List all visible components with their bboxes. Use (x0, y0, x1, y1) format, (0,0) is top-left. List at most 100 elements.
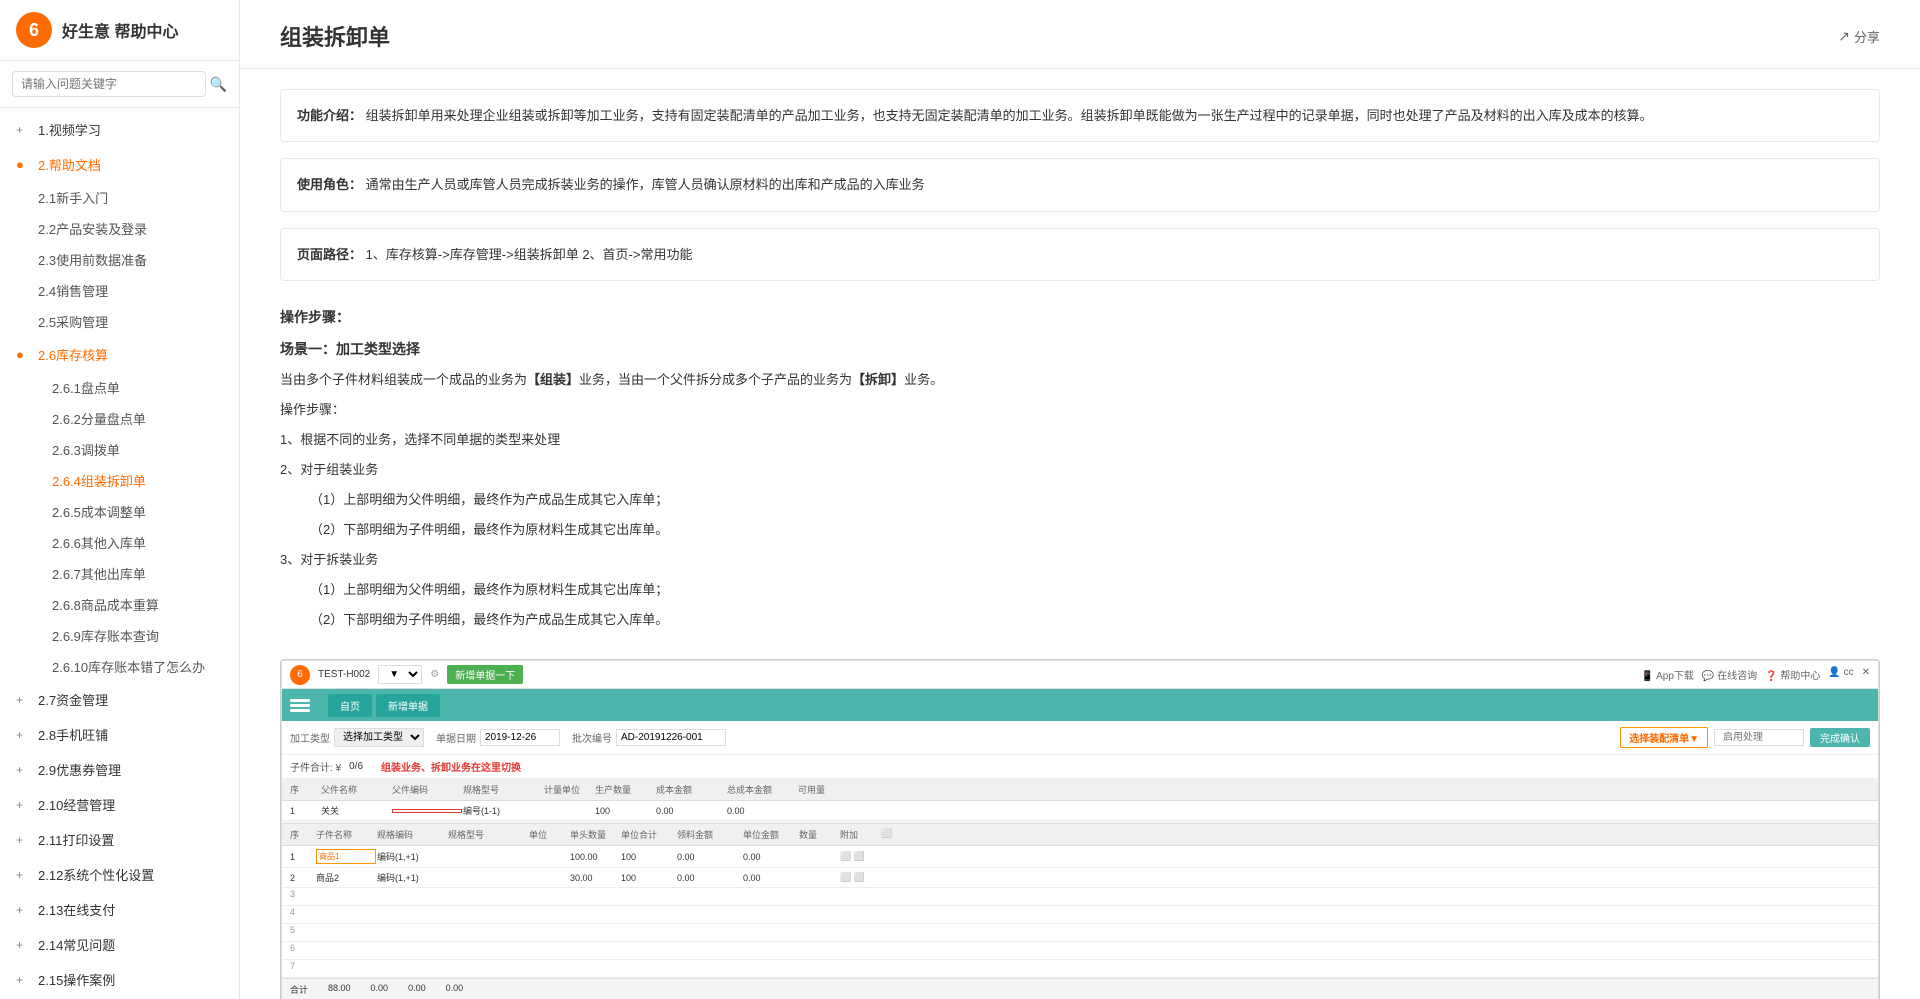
mock-top-right: 📱 App下载 💬 在线咨询 ❓ 帮助中心 👤 cc ✕ (1641, 667, 1870, 682)
steps-section: 操作步骤： 场景一：加工类型选择 当由多个子件材料组装成一个成品的业务为【组装】… (280, 297, 1880, 647)
sub-col-qty2: 单位合计 (621, 828, 676, 841)
cell-spec: 编号(1-1) (463, 804, 543, 817)
sidebar-item-2.7[interactable]: + 2.7资金管理 (0, 682, 239, 717)
mock-date-input[interactable] (480, 729, 560, 746)
mock-sub-header: 序 子件名称 规格编码 规格型号 单位 单头数量 单位合计 领料金额 单位金额 … (282, 823, 1878, 846)
sidebar-item-2.13[interactable]: + 2.13在线支付 (0, 892, 239, 927)
share-button[interactable]: ↗ 分享 (1838, 27, 1880, 46)
sidebar-item-2.9[interactable]: + 2.9优惠券管理 (0, 752, 239, 787)
sidebar-item-2.6.2[interactable]: 2.6.2分量盘点单 (0, 403, 239, 434)
col-parent-name: 父件名称 (321, 783, 391, 796)
sidebar-item-2.6.8[interactable]: 2.6.8商品成本重算 (0, 589, 239, 620)
expand-icon-2.15: + (16, 973, 30, 987)
col-prod-qty: 生产数量 (595, 783, 655, 796)
sidebar-item-2.12[interactable]: + 2.12系统个性化设置 (0, 857, 239, 892)
sidebar-item-2.6[interactable]: ● 2.6库存核算 (0, 337, 239, 372)
search-input[interactable] (12, 71, 206, 97)
step3-sub2: （2）下部明细为子件明细，最终作为产成品生成其它入库单。 (310, 607, 1880, 633)
cell-total: 0.00 (727, 806, 797, 816)
sidebar-item-2.10-label: 2.10经营管理 (38, 795, 115, 814)
expand-icon-2.10: + (16, 798, 30, 812)
mock-enable-input[interactable] (1714, 729, 1804, 746)
footer-val1: 88.00 (328, 983, 351, 996)
mock-select[interactable]: ▼ (378, 665, 422, 684)
sidebar-item-2.8-label: 2.8手机旺铺 (38, 725, 108, 744)
mock-empty-row-7: 7 (282, 960, 1878, 978)
mock-right-actions: 选择装配清单▼ 完成确认 (1620, 727, 1870, 748)
mock-empty-row-5: 5 (282, 924, 1878, 942)
mock-confirm-btn[interactable]: 完成确认 (1810, 728, 1870, 747)
mock-app-download: 📱 App下载 (1641, 667, 1693, 682)
sidebar-item-2.10[interactable]: + 2.10经营管理 (0, 787, 239, 822)
intro-label: 功能介绍： (297, 108, 362, 123)
mock-type-label: 加工类型 (290, 730, 330, 745)
sidebar-item-2.11-label: 2.11打印设置 (38, 830, 114, 849)
sidebar-item-2.14[interactable]: + 2.14常见问题 (0, 927, 239, 962)
mock-type-field: 加工类型 选择加工类型 (290, 728, 424, 747)
mock-upper-row-1: 1 关关 编号(1-1) 100 0.00 0.00 (282, 801, 1878, 821)
sidebar-item-2.5[interactable]: 2.5采购管理 (0, 306, 239, 337)
sidebar-item-2.1[interactable]: 2.1新手入门 (0, 182, 239, 213)
mock-status-row: 子件合计: ¥ 0/6 组装业务、拆卸业务在这里切换 (282, 755, 1878, 779)
sidebar-item-2.7-label: 2.7资金管理 (38, 690, 108, 709)
col-total-cost: 总成本金额 (727, 783, 797, 796)
col-action (859, 783, 889, 796)
sub-ucost-1: 0.00 (743, 852, 798, 862)
sidebar-item-2.6.9[interactable]: 2.6.9库存账本查询 (0, 620, 239, 651)
empty-row-5-seq: 5 (282, 925, 295, 935)
mock-user: 👤 cc (1828, 667, 1853, 682)
mock-empty-row-4: 4 (282, 906, 1878, 924)
sidebar-item-2.15[interactable]: + 2.15操作案例 (0, 962, 239, 997)
mock-type-select[interactable]: 选择加工类型 (334, 728, 424, 747)
mock-status-text: 子件合计: ¥ (290, 759, 341, 774)
sub-extra-1: ⬜ ⬜ (840, 851, 880, 862)
sidebar-item-2.6.4[interactable]: 2.6.4组装拆卸单 (0, 465, 239, 496)
sidebar-item-2.11[interactable]: + 2.11打印设置 (0, 822, 239, 857)
sidebar-item-2.2[interactable]: 2.2产品安装及登录 (0, 213, 239, 244)
path-section: 页面路径： 1、库存核算->库存管理->组装拆卸单 2、首页->常用功能 (280, 228, 1880, 281)
mock-menu-icon2 (290, 704, 310, 707)
mock-bom-btn[interactable]: 选择装配清单▼ (1620, 727, 1708, 748)
sidebar-item-2.3[interactable]: 2.3使用前数据准备 (0, 244, 239, 275)
cell-code-highlight (392, 809, 462, 813)
sidebar-item-2.6.7[interactable]: 2.6.7其他出库单 (0, 558, 239, 589)
step2-sublist: （1）上部明细为父件明细，最终作为产成品生成其它入库单； （2）下部明细为子件明… (310, 487, 1880, 543)
sidebar-item-2.6.6[interactable]: 2.6.6其他入库单 (0, 527, 239, 558)
sidebar-item-2.14-label: 2.14常见问题 (38, 935, 115, 954)
expand-icon-2.11: + (16, 833, 30, 847)
share-label: 分享 (1854, 27, 1880, 46)
search-button[interactable]: 🔍 (210, 76, 227, 93)
sidebar-item-video[interactable]: + 1.视频学习 (0, 112, 239, 147)
sub-col-extra: 附加 (840, 828, 880, 841)
step3: 3、对于拆装业务 (280, 547, 1880, 573)
sidebar-item-2.4[interactable]: 2.4销售管理 (0, 275, 239, 306)
sidebar-item-2.6.5[interactable]: 2.6.5成本调整单 (0, 496, 239, 527)
page-title: 组装拆卸单 (280, 20, 390, 52)
mock-tab-home[interactable]: 自页 (328, 694, 372, 717)
scenario1-title: 场景一：加工类型选择 (280, 339, 1880, 359)
sidebar-item-2.6.10[interactable]: 2.6.10库存账本错了怎么办 (0, 651, 239, 682)
mock-batch-input[interactable] (616, 729, 726, 746)
sidebar-item-2.6.3[interactable]: 2.6.3调拨单 (0, 434, 239, 465)
mock-sub-table: 序 子件名称 规格编码 规格型号 单位 单头数量 单位合计 领料金额 单位金额 … (282, 823, 1878, 978)
mock-side-icons (290, 699, 320, 712)
mock-add-btn[interactable]: 新增单据一下 (447, 665, 523, 684)
mock-empty-row-3: 3 (282, 888, 1878, 906)
sidebar-item-2.9-label: 2.9优惠券管理 (38, 760, 121, 779)
nav-section: + 1.视频学习 ● 2.帮助文档 2.1新手入门 2.2产品安装及登录 2.3… (0, 108, 239, 999)
mock-tab-new[interactable]: 新增单据 (376, 694, 440, 717)
sidebar-item-2.8[interactable]: + 2.8手机旺铺 (0, 717, 239, 752)
mock-empty-row-6: 6 (282, 942, 1878, 960)
path-text: 1、库存核算->库存管理->组装拆卸单 2、首页->常用功能 (366, 247, 693, 262)
sub-cost-1: 0.00 (677, 852, 742, 862)
sub-seq-1: 1 (290, 852, 315, 862)
sidebar-item-docs[interactable]: ● 2.帮助文档 (0, 147, 239, 182)
sub-col-unit-cost: 单位金额 (743, 828, 798, 841)
sub-col-unit: 单位 (529, 828, 569, 841)
collapse-icon-2.6: ● (16, 347, 30, 362)
mock-upper-header: 序 父件名称 父件编码 规格型号 计量单位 生产数量 成本金额 总成本金额 可用… (282, 779, 1878, 801)
footer-val2: 0.00 (371, 983, 389, 996)
intro-section: 功能介绍： 组装拆卸单用来处理企业组装或拆卸等加工业务，支持有固定装配清单的产品… (280, 89, 1880, 142)
sidebar-item-2.6.1[interactable]: 2.6.1盘点单 (0, 372, 239, 403)
sub-col-qty1: 单头数量 (570, 828, 620, 841)
